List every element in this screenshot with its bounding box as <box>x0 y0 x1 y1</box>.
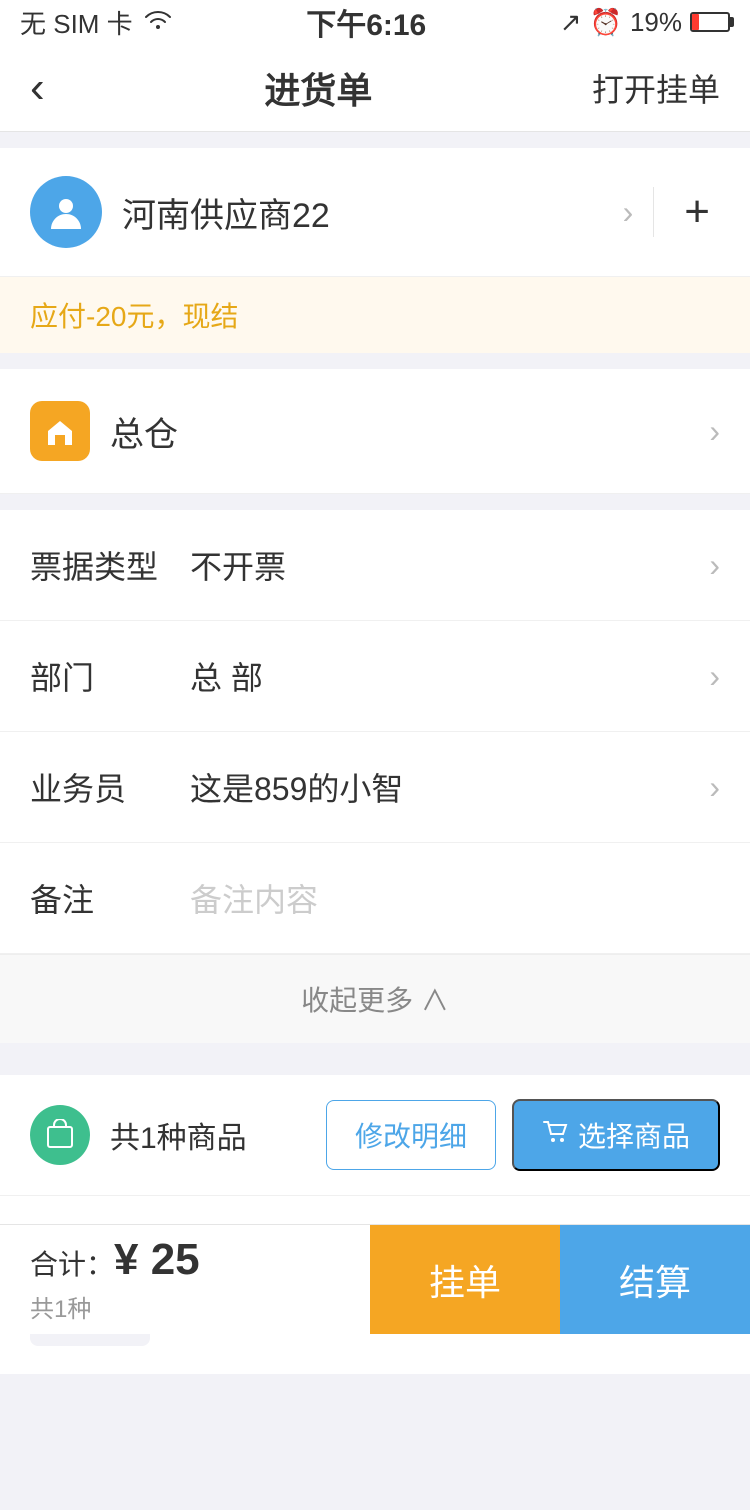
sales-row[interactable]: 业务员 这是859的小智 › <box>0 732 750 843</box>
back-button[interactable]: ‹ <box>30 63 45 113</box>
cart-icon <box>542 1119 570 1151</box>
sales-value: 这是859的小智 <box>190 764 699 810</box>
supplier-name: 河南供应商22 <box>122 188 613 237</box>
note-input[interactable]: 备注内容 <box>190 875 720 921</box>
warehouse-icon <box>30 401 90 461</box>
supplier-avatar <box>30 176 102 248</box>
edit-detail-button[interactable]: 修改明细 <box>326 1100 496 1170</box>
battery-icon <box>690 12 730 32</box>
supplier-info-bar: 应付-20元，现结 <box>0 277 750 353</box>
divider <box>653 187 654 237</box>
form-section: 票据类型 不开票 › 部门 总 部 › 业务员 这是859的小智 › 备注 备注… <box>0 510 750 1043</box>
footer: 合计：¥ 25 共1种 挂单 结算 <box>0 1224 750 1334</box>
note-label: 备注 <box>30 875 190 921</box>
status-time: 下午6:16 <box>306 0 426 44</box>
status-right: ↗ ⏰ 19% <box>560 7 730 38</box>
warehouse-row[interactable]: 总仓 › <box>0 369 750 494</box>
dept-row[interactable]: 部门 总 部 › <box>0 621 750 732</box>
total-amount: ¥ 25 <box>114 1235 200 1284</box>
location-icon: ↗ <box>560 7 582 38</box>
status-bar: 无 SIM 卡 下午6:16 ↗ ⏰ 19% <box>0 0 750 44</box>
supplier-row[interactable]: 河南供应商22 › + <box>0 148 750 277</box>
total-label: 合计：¥ 25 <box>30 1235 340 1285</box>
warehouse-name: 总仓 <box>110 407 699 456</box>
invoice-value: 不开票 <box>190 542 699 588</box>
open-hang-button[interactable]: 打开挂单 <box>592 65 720 111</box>
status-carrier: 无 SIM 卡 <box>20 4 173 41</box>
warehouse-chevron-icon: › <box>709 413 720 450</box>
note-row[interactable]: 备注 备注内容 <box>0 843 750 954</box>
collapse-bar[interactable]: 收起更多 ∧ <box>0 954 750 1043</box>
select-product-button[interactable]: 选择商品 <box>512 1099 720 1171</box>
footer-total: 合计：¥ 25 共1种 <box>0 1225 370 1334</box>
invoice-label: 票据类型 <box>30 542 190 588</box>
dept-label: 部门 <box>30 653 190 699</box>
add-supplier-button[interactable]: + <box>674 187 720 237</box>
warehouse-section: 总仓 › <box>0 369 750 494</box>
hang-button[interactable]: 挂单 <box>370 1225 560 1334</box>
product-count: 共1种商品 <box>110 1113 326 1157</box>
total-sub: 共1种 <box>30 1289 340 1324</box>
supplier-section: 河南供应商22 › + 应付-20元，现结 <box>0 148 750 353</box>
supplier-chevron-icon: › <box>623 194 634 231</box>
battery-text: 19% <box>630 7 682 38</box>
nav-bar: ‹ 进货单 打开挂单 <box>0 44 750 132</box>
alarm-icon: ⏰ <box>590 7 622 38</box>
sales-chevron-icon: › <box>709 769 720 806</box>
dept-value: 总 部 <box>190 653 699 699</box>
select-product-label: 选择商品 <box>578 1115 690 1155</box>
sales-label: 业务员 <box>30 764 190 810</box>
page-title: 进货单 <box>264 62 372 114</box>
product-section-icon <box>30 1105 90 1165</box>
product-header: 共1种商品 修改明细 选择商品 <box>0 1075 750 1196</box>
invoice-chevron-icon: › <box>709 547 720 584</box>
wifi-icon <box>143 7 173 38</box>
invoice-row[interactable]: 票据类型 不开票 › <box>0 510 750 621</box>
dept-chevron-icon: › <box>709 658 720 695</box>
carrier-text: 无 SIM 卡 <box>20 4 133 41</box>
settle-button[interactable]: 结算 <box>560 1225 750 1334</box>
